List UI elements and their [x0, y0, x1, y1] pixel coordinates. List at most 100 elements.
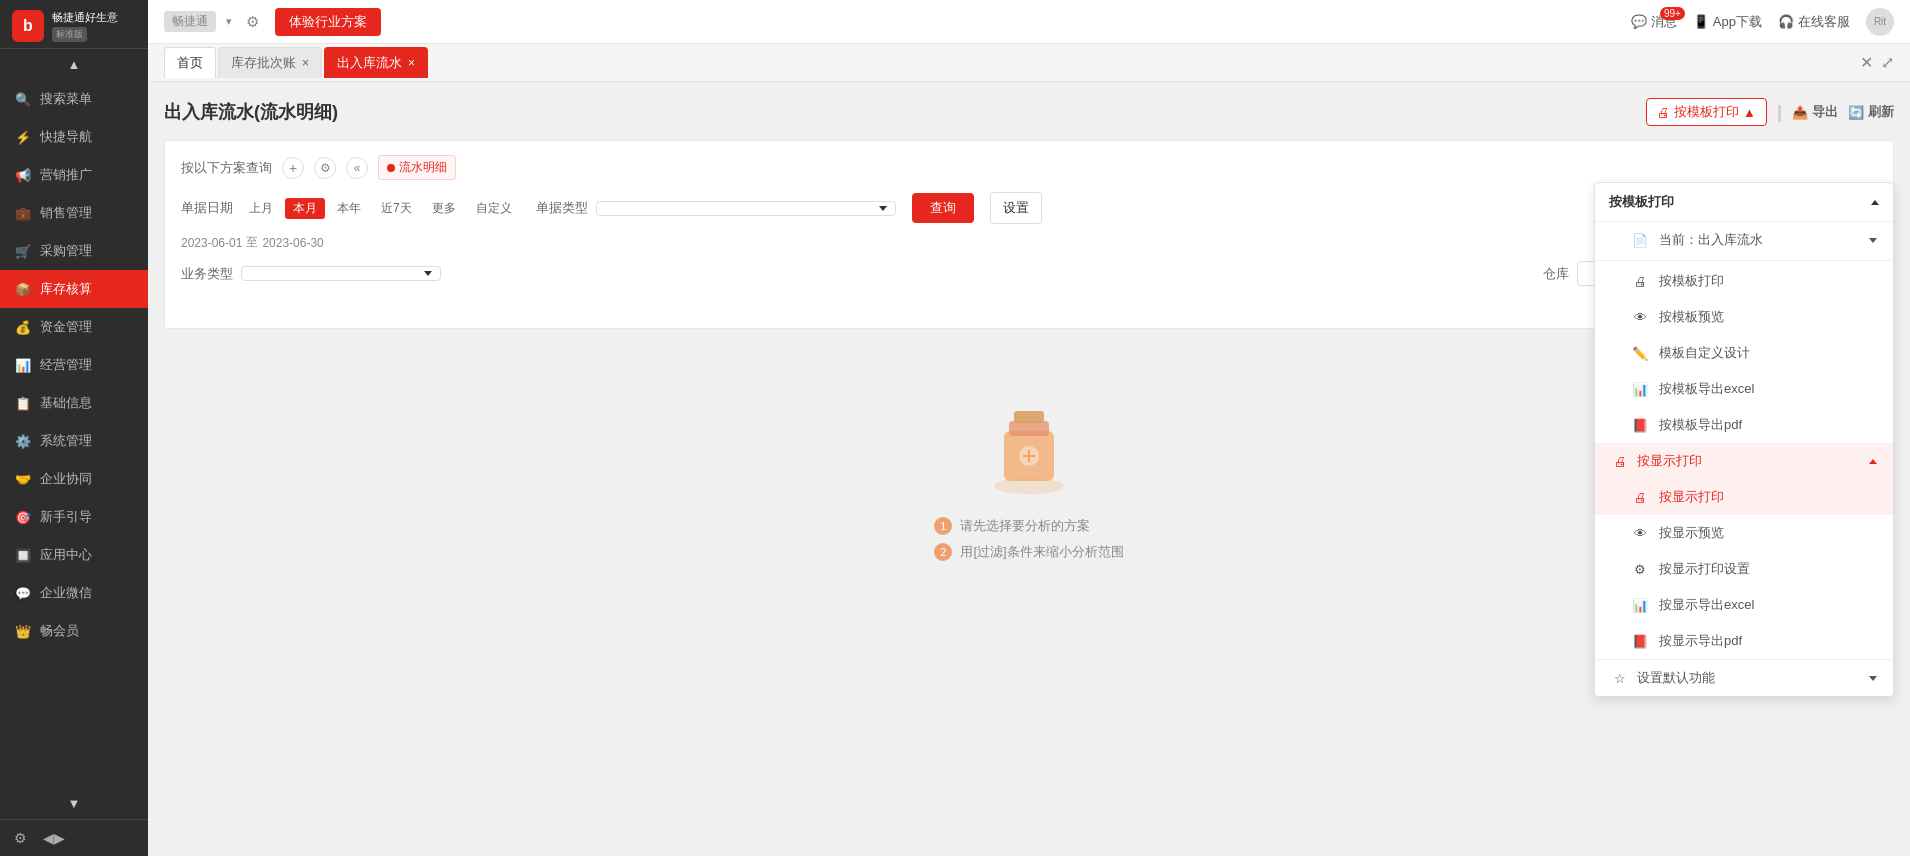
online-service-button[interactable]: 🎧 在线客服 [1778, 13, 1850, 31]
filter-doc-type-item: 单据类型 [536, 199, 896, 217]
sales-icon: 💼 [14, 204, 32, 222]
sidebar-item-label: 库存核算 [40, 280, 92, 298]
export-label: 导出 [1812, 103, 1838, 121]
settings-button[interactable]: 设置 [990, 192, 1042, 224]
dropdown-default-func[interactable]: ☆ 设置默认功能 [1595, 659, 1893, 696]
topbar: 畅捷通 ▾ ⚙ 体验行业方案 💬 消息 99+ 📱 App下载 🎧 在线客服 R… [148, 0, 1910, 44]
dropdown-display-print-settings[interactable]: ⚙ 按显示打印设置 [1595, 551, 1893, 587]
close-window-icon[interactable]: ✕ [1860, 53, 1873, 72]
template-print-label: 按模板打印 [1659, 272, 1724, 290]
tab-batch-account-close[interactable]: × [302, 56, 309, 70]
dropdown-template-export-excel[interactable]: 📊 按模板导出excel [1595, 371, 1893, 407]
tab-inventory-flow-close[interactable]: × [408, 56, 415, 70]
dropdown-template-preview[interactable]: 👁 按模板预览 [1595, 299, 1893, 335]
query-button[interactable]: 查询 [912, 193, 974, 223]
template-custom-label: 模板自定义设计 [1659, 344, 1750, 362]
sidebar-item-guide[interactable]: 🎯 新手引导 [0, 498, 148, 536]
sidebar-item-label: 企业协同 [40, 470, 92, 488]
maximize-window-icon[interactable]: ⤢ [1881, 53, 1894, 72]
sidebar-item-inventory[interactable]: 📦 库存核算 [0, 270, 148, 308]
template-preview-icon: 👁 [1631, 308, 1649, 326]
sidebar-item-member[interactable]: 👑 畅会员 [0, 612, 148, 650]
tab-batch-account-label: 库存批次账 [231, 54, 296, 72]
app-download-button[interactable]: 📱 App下载 [1693, 13, 1762, 31]
tab-home-label: 首页 [177, 54, 203, 72]
sidebar-item-marketing[interactable]: 📢 营销推广 [0, 156, 148, 194]
trial-button[interactable]: 体验行业方案 [275, 8, 381, 36]
operations-icon: 📊 [14, 356, 32, 374]
tab-home[interactable]: 首页 [164, 47, 216, 78]
step-1-text: 请先选择要分析的方案 [960, 517, 1090, 535]
sidebar-item-basic-info[interactable]: 📋 基础信息 [0, 384, 148, 422]
dropdown-display-export-excel[interactable]: 📊 按显示导出excel [1595, 587, 1893, 623]
message-button[interactable]: 💬 消息 99+ [1631, 13, 1677, 31]
default-func-chevron-icon [1869, 676, 1877, 681]
date-tab-current-month[interactable]: 本月 [285, 198, 325, 219]
filter-settings-button[interactable]: ⚙ [314, 157, 336, 179]
date-tab-last-month[interactable]: 上月 [241, 198, 281, 219]
export-button[interactable]: 📤 导出 [1792, 103, 1838, 121]
basic-info-icon: 📋 [14, 394, 32, 412]
date-range-separator: 至 [246, 234, 258, 251]
user-dropdown-icon[interactable]: ▾ [226, 15, 232, 28]
doc-type-chevron-icon [879, 206, 887, 211]
divider-template [1595, 260, 1893, 261]
sidebar-item-purchase[interactable]: 🛒 采购管理 [0, 232, 148, 270]
sidebar-item-label: 基础信息 [40, 394, 92, 412]
filter-collapse-button[interactable]: « [346, 157, 368, 179]
refresh-label: 刷新 [1868, 103, 1894, 121]
sidebar-item-sales[interactable]: 💼 销售管理 [0, 194, 148, 232]
empty-illustration [979, 401, 1079, 501]
sidebar-item-search[interactable]: 🔍 搜索菜单 [0, 80, 148, 118]
sidebar-item-system[interactable]: ⚙️ 系统管理 [0, 422, 148, 460]
dropdown-display-preview[interactable]: 👁 按显示预览 [1595, 515, 1893, 551]
display-print-icon: 🖨 [1631, 488, 1649, 506]
dropdown-display-print[interactable]: 🖨 按显示打印 [1595, 479, 1893, 515]
dropdown-template-print[interactable]: 🖨 按模板打印 [1595, 263, 1893, 299]
topbar-right: 💬 消息 99+ 📱 App下载 🎧 在线客服 Rit [1631, 8, 1894, 36]
date-tab-more[interactable]: 更多 [424, 198, 464, 219]
empty-step-1: 1 请先选择要分析的方案 [934, 517, 1123, 535]
sidebar-item-app-center[interactable]: 🔲 应用中心 [0, 536, 148, 574]
date-tab-custom[interactable]: 自定义 [468, 198, 520, 219]
settings-gear-icon[interactable]: ⚙ [14, 830, 27, 846]
date-tab-current-year[interactable]: 本年 [329, 198, 369, 219]
sidebar-item-finance[interactable]: 💰 资金管理 [0, 308, 148, 346]
sidebar-item-collab[interactable]: 🤝 企业协同 [0, 460, 148, 498]
date-tabs: 上月 本月 本年 近7天 更多 自定义 [241, 198, 520, 219]
filter-biz-type-item: 业务类型 [181, 265, 441, 283]
brand-name: 畅捷通好生意 [52, 10, 118, 25]
refresh-button[interactable]: 🔄 刷新 [1848, 103, 1894, 121]
dropdown-template-custom[interactable]: ✏️ 模板自定义设计 [1595, 335, 1893, 371]
sidebar-scroll-down[interactable]: ▼ [68, 792, 81, 815]
topbar-gear-icon[interactable]: ⚙ [246, 13, 259, 31]
sidebar-item-operations[interactable]: 📊 经营管理 [0, 346, 148, 384]
dropdown-current-label[interactable]: 📄 当前：出入库流水 [1595, 222, 1893, 258]
current-template-icon: 📄 [1631, 231, 1649, 249]
avatar-text: Rit [1874, 16, 1886, 27]
biz-type-select[interactable] [241, 266, 441, 281]
sidebar-logo: b 畅捷通好生意 标准版 [0, 0, 148, 49]
dropdown-display-export-pdf[interactable]: 📕 按显示导出pdf [1595, 623, 1893, 659]
tab-batch-account[interactable]: 库存批次账 × [218, 47, 322, 78]
template-print-icon: 🖨 [1631, 272, 1649, 290]
date-filter-label: 单据日期 [181, 199, 233, 217]
dropdown-collapse-icon[interactable] [1871, 200, 1879, 205]
tab-inventory-flow[interactable]: 出入库流水 × [324, 47, 428, 78]
current-template-text: 当前：出入库流水 [1659, 231, 1763, 249]
collapse-sidebar-icon[interactable]: ◀▶ [43, 830, 65, 846]
sidebar-item-quick-nav[interactable]: ⚡ 快捷导航 [0, 118, 148, 156]
date-tab-7-days[interactable]: 近7天 [373, 198, 420, 219]
sidebar-item-wechat[interactable]: 💬 企业微信 [0, 574, 148, 612]
avatar[interactable]: Rit [1866, 8, 1894, 36]
dropdown-template-export-pdf[interactable]: 📕 按模板导出pdf [1595, 407, 1893, 443]
template-excel-icon: 📊 [1631, 380, 1649, 398]
dropdown-display-section[interactable]: 🖨 按显示打印 [1595, 443, 1893, 479]
doc-type-select[interactable] [596, 201, 896, 216]
sidebar-item-label: 新手引导 [40, 508, 92, 526]
dropdown-title: 按模板打印 [1609, 193, 1674, 211]
print-dropdown-panel: 按模板打印 📄 当前：出入库流水 🖨 按模板打印 👁 按模板预览 ✏️ 模板自定… [1594, 182, 1894, 697]
print-button[interactable]: 🖨 按模板打印 ▲ [1646, 98, 1767, 126]
sidebar-scroll-up[interactable]: ▲ [68, 53, 81, 76]
filter-add-button[interactable]: + [282, 157, 304, 179]
